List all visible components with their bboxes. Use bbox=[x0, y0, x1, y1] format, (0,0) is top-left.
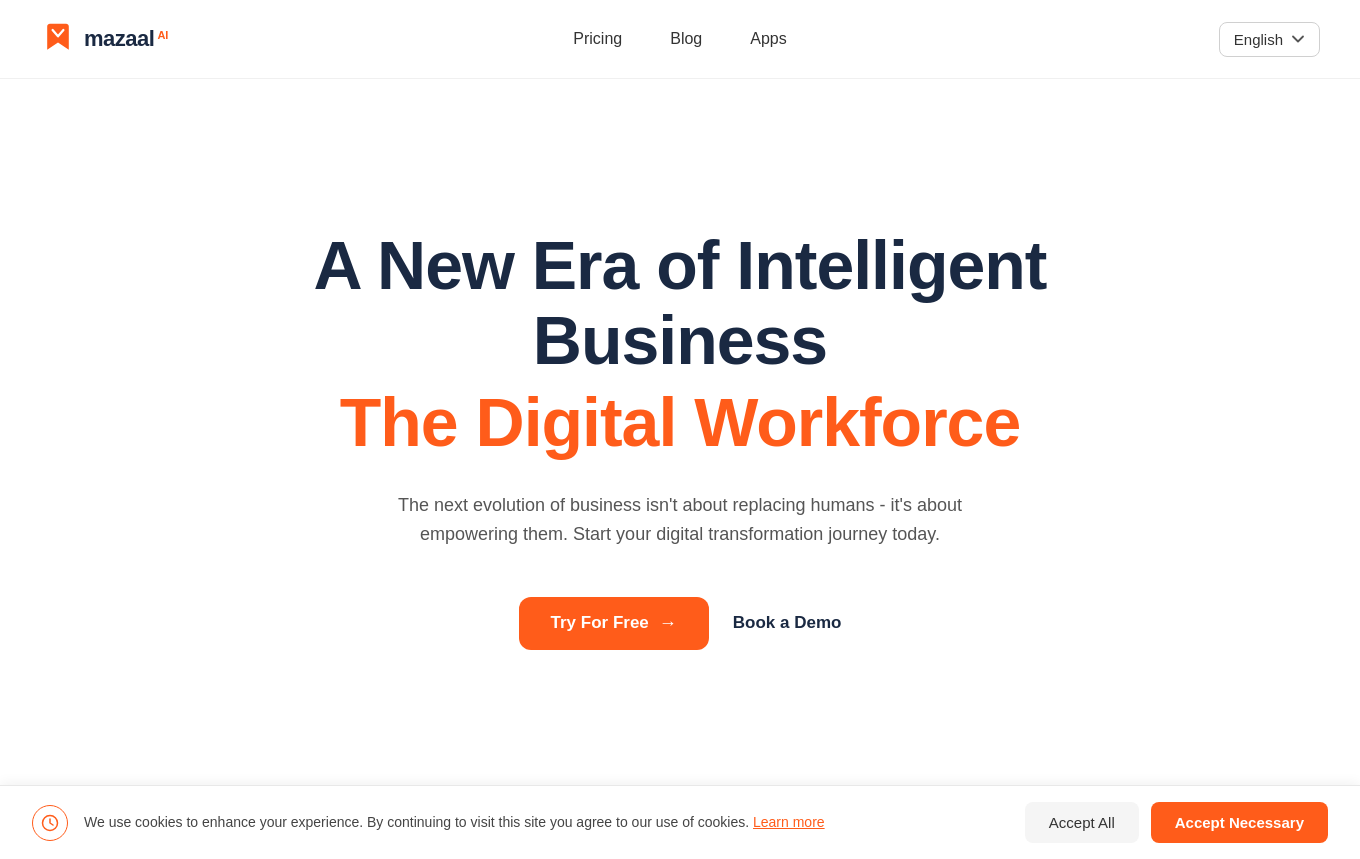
clock-icon bbox=[41, 814, 59, 832]
nav-apps[interactable]: Apps bbox=[750, 30, 786, 48]
hero-title: A New Era of Intelligent Business bbox=[314, 228, 1047, 378]
cookie-actions: Accept All Accept Necessary bbox=[1025, 802, 1328, 843]
try-for-free-label: Try For Free bbox=[551, 613, 649, 633]
logo[interactable]: mazaalAI bbox=[40, 21, 168, 57]
logo-wordmark: mazaal bbox=[84, 26, 154, 52]
chevron-down-icon bbox=[1291, 32, 1305, 46]
nav-blog[interactable]: Blog bbox=[670, 30, 702, 48]
hero-cta-group: Try For Free → Book a Demo bbox=[519, 597, 842, 650]
hero-title-orange: The Digital Workforce bbox=[340, 382, 1021, 464]
hero-section: A New Era of Intelligent Business The Di… bbox=[0, 79, 1360, 759]
main-nav: Pricing Blog Apps bbox=[573, 30, 786, 48]
cookie-learn-more-link[interactable]: Learn more bbox=[753, 814, 825, 830]
accept-all-button[interactable]: Accept All bbox=[1025, 802, 1139, 843]
cookie-text-main: We use cookies to enhance your experienc… bbox=[84, 814, 749, 830]
hero-title-line2: Business bbox=[533, 302, 827, 378]
language-label: English bbox=[1234, 31, 1283, 48]
hero-subtitle: The next evolution of business isn't abo… bbox=[360, 491, 1000, 549]
language-selector[interactable]: English bbox=[1219, 22, 1320, 57]
hero-title-line1: A New Era of Intelligent bbox=[314, 227, 1047, 303]
try-for-free-button[interactable]: Try For Free → bbox=[519, 597, 709, 650]
logo-icon bbox=[40, 21, 76, 57]
book-demo-button[interactable]: Book a Demo bbox=[733, 613, 842, 633]
nav-pricing[interactable]: Pricing bbox=[573, 30, 622, 48]
cookie-message: We use cookies to enhance your experienc… bbox=[84, 812, 825, 833]
logo-text: mazaalAI bbox=[84, 26, 168, 52]
header: mazaalAI Pricing Blog Apps English bbox=[0, 0, 1360, 79]
accept-necessary-button[interactable]: Accept Necessary bbox=[1151, 802, 1328, 843]
cookie-icon-wrap bbox=[32, 805, 68, 841]
arrow-icon: → bbox=[659, 613, 677, 634]
logo-ai-badge: AI bbox=[157, 29, 168, 41]
cookie-banner: We use cookies to enhance your experienc… bbox=[0, 785, 1360, 859]
cookie-left-section: We use cookies to enhance your experienc… bbox=[32, 805, 825, 841]
